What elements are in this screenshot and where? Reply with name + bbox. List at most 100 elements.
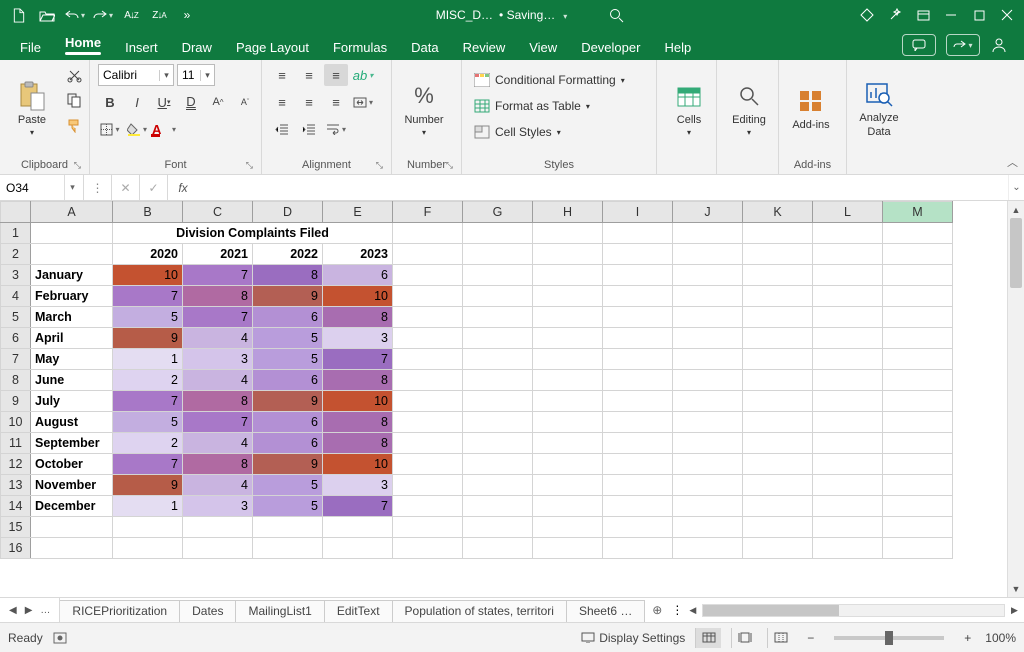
cell-B1[interactable]: Division Complaints Filed xyxy=(113,223,393,244)
format-painter-button[interactable] xyxy=(62,114,86,136)
addins-button[interactable]: Add-ins xyxy=(787,64,835,152)
merge-button[interactable] xyxy=(351,91,375,113)
zoom-out-button[interactable]: − xyxy=(803,631,818,645)
cell-L11[interactable] xyxy=(813,433,883,454)
tab-page-layout[interactable]: Page Layout xyxy=(226,35,319,60)
open-file-icon[interactable] xyxy=(34,3,60,27)
analyze-data-button[interactable]: Analyze Data xyxy=(855,64,903,152)
cell-styles-button[interactable]: Cell Styles ▾ xyxy=(470,120,629,144)
cell-F9[interactable] xyxy=(393,391,463,412)
scroll-thumb[interactable] xyxy=(1010,218,1022,288)
cell-D2[interactable]: 2022 xyxy=(253,244,323,265)
cell-J16[interactable] xyxy=(673,538,743,559)
cell-D13[interactable]: 5 xyxy=(253,475,323,496)
undo-button[interactable] xyxy=(62,3,88,27)
cell-L13[interactable] xyxy=(813,475,883,496)
page-layout-view-button[interactable] xyxy=(731,628,757,648)
cell-M14[interactable] xyxy=(883,496,953,517)
cell-F4[interactable] xyxy=(393,286,463,307)
cell-G7[interactable] xyxy=(463,349,533,370)
cell-H8[interactable] xyxy=(533,370,603,391)
share-button[interactable] xyxy=(946,34,980,56)
cell-B8[interactable]: 2 xyxy=(113,370,183,391)
cell-I10[interactable] xyxy=(603,412,673,433)
sheet-tab-edittext[interactable]: EditText xyxy=(324,600,393,622)
cell-G13[interactable] xyxy=(463,475,533,496)
name-box[interactable]: ▾ xyxy=(0,175,84,200)
tab-formulas[interactable]: Formulas xyxy=(323,35,397,60)
cell-B2[interactable]: 2020 xyxy=(113,244,183,265)
cell-J2[interactable] xyxy=(673,244,743,265)
cell-F15[interactable] xyxy=(393,517,463,538)
cell-H10[interactable] xyxy=(533,412,603,433)
zoom-slider[interactable] xyxy=(834,636,944,640)
sheet-tab-mailinglist1[interactable]: MailingList1 xyxy=(235,600,324,622)
grid[interactable]: ABCDEFGHIJKLM1Division Complaints Filed2… xyxy=(0,201,1007,597)
col-header-B[interactable]: B xyxy=(113,202,183,223)
cell-G4[interactable] xyxy=(463,286,533,307)
sheet-prev-icon[interactable]: ◀ xyxy=(6,603,20,618)
cell-L6[interactable] xyxy=(813,328,883,349)
align-right-button[interactable]: ≡ xyxy=(324,91,348,113)
cell-H9[interactable] xyxy=(533,391,603,412)
tab-view[interactable]: View xyxy=(519,35,567,60)
cell-F10[interactable] xyxy=(393,412,463,433)
cell-F5[interactable] xyxy=(393,307,463,328)
zoom-in-button[interactable]: + xyxy=(960,631,975,645)
row-header-9[interactable]: 9 xyxy=(1,391,31,412)
cell-K3[interactable] xyxy=(743,265,813,286)
cell-B7[interactable]: 1 xyxy=(113,349,183,370)
align-left-button[interactable]: ≡ xyxy=(270,91,294,113)
cell-K15[interactable] xyxy=(743,517,813,538)
cell-H1[interactable] xyxy=(533,223,603,244)
qat-overflow-icon[interactable]: » xyxy=(174,3,200,27)
decrease-indent-button[interactable] xyxy=(270,118,294,140)
cell-B9[interactable]: 7 xyxy=(113,391,183,412)
double-underline-button[interactable]: D xyxy=(179,91,203,113)
cells-button[interactable]: Cells▾ xyxy=(665,64,713,152)
cell-F12[interactable] xyxy=(393,454,463,475)
tab-file[interactable]: File xyxy=(10,35,51,60)
cell-F6[interactable] xyxy=(393,328,463,349)
cell-J15[interactable] xyxy=(673,517,743,538)
macro-record-icon[interactable] xyxy=(53,632,67,644)
decrease-font-button[interactable]: Aˇ xyxy=(233,91,257,113)
cell-L9[interactable] xyxy=(813,391,883,412)
cell-B12[interactable]: 7 xyxy=(113,454,183,475)
cell-G6[interactable] xyxy=(463,328,533,349)
sheet-tab-population-of-states-territori[interactable]: Population of states, territori xyxy=(392,600,567,622)
cell-L15[interactable] xyxy=(813,517,883,538)
borders-button[interactable] xyxy=(98,118,122,140)
cell-G14[interactable] xyxy=(463,496,533,517)
cell-M13[interactable] xyxy=(883,475,953,496)
cell-E16[interactable] xyxy=(323,538,393,559)
cell-I12[interactable] xyxy=(603,454,673,475)
editing-button[interactable]: Editing▾ xyxy=(725,64,773,152)
cell-C2[interactable]: 2021 xyxy=(183,244,253,265)
cell-B10[interactable]: 5 xyxy=(113,412,183,433)
cell-F1[interactable] xyxy=(393,223,463,244)
sheet-more-icon[interactable]: … xyxy=(37,603,53,618)
cell-I3[interactable] xyxy=(603,265,673,286)
row-header-14[interactable]: 14 xyxy=(1,496,31,517)
cell-A4[interactable]: February xyxy=(31,286,113,307)
redo-button[interactable] xyxy=(90,3,116,27)
cell-C7[interactable]: 3 xyxy=(183,349,253,370)
cell-I5[interactable] xyxy=(603,307,673,328)
cell-I2[interactable] xyxy=(603,244,673,265)
cell-E6[interactable]: 3 xyxy=(323,328,393,349)
cell-M2[interactable] xyxy=(883,244,953,265)
cell-C5[interactable]: 7 xyxy=(183,307,253,328)
cell-L4[interactable] xyxy=(813,286,883,307)
horizontal-scrollbar[interactable]: ⋮ ◀ ▶ xyxy=(669,598,1024,622)
cell-C9[interactable]: 8 xyxy=(183,391,253,412)
cell-H12[interactable] xyxy=(533,454,603,475)
cell-A6[interactable]: April xyxy=(31,328,113,349)
cell-H7[interactable] xyxy=(533,349,603,370)
row-header-5[interactable]: 5 xyxy=(1,307,31,328)
cell-A10[interactable]: August xyxy=(31,412,113,433)
align-top-button[interactable]: ≡ xyxy=(270,64,294,86)
cell-D9[interactable]: 9 xyxy=(253,391,323,412)
cell-J11[interactable] xyxy=(673,433,743,454)
cancel-formula-icon[interactable]: ✕ xyxy=(112,175,140,200)
